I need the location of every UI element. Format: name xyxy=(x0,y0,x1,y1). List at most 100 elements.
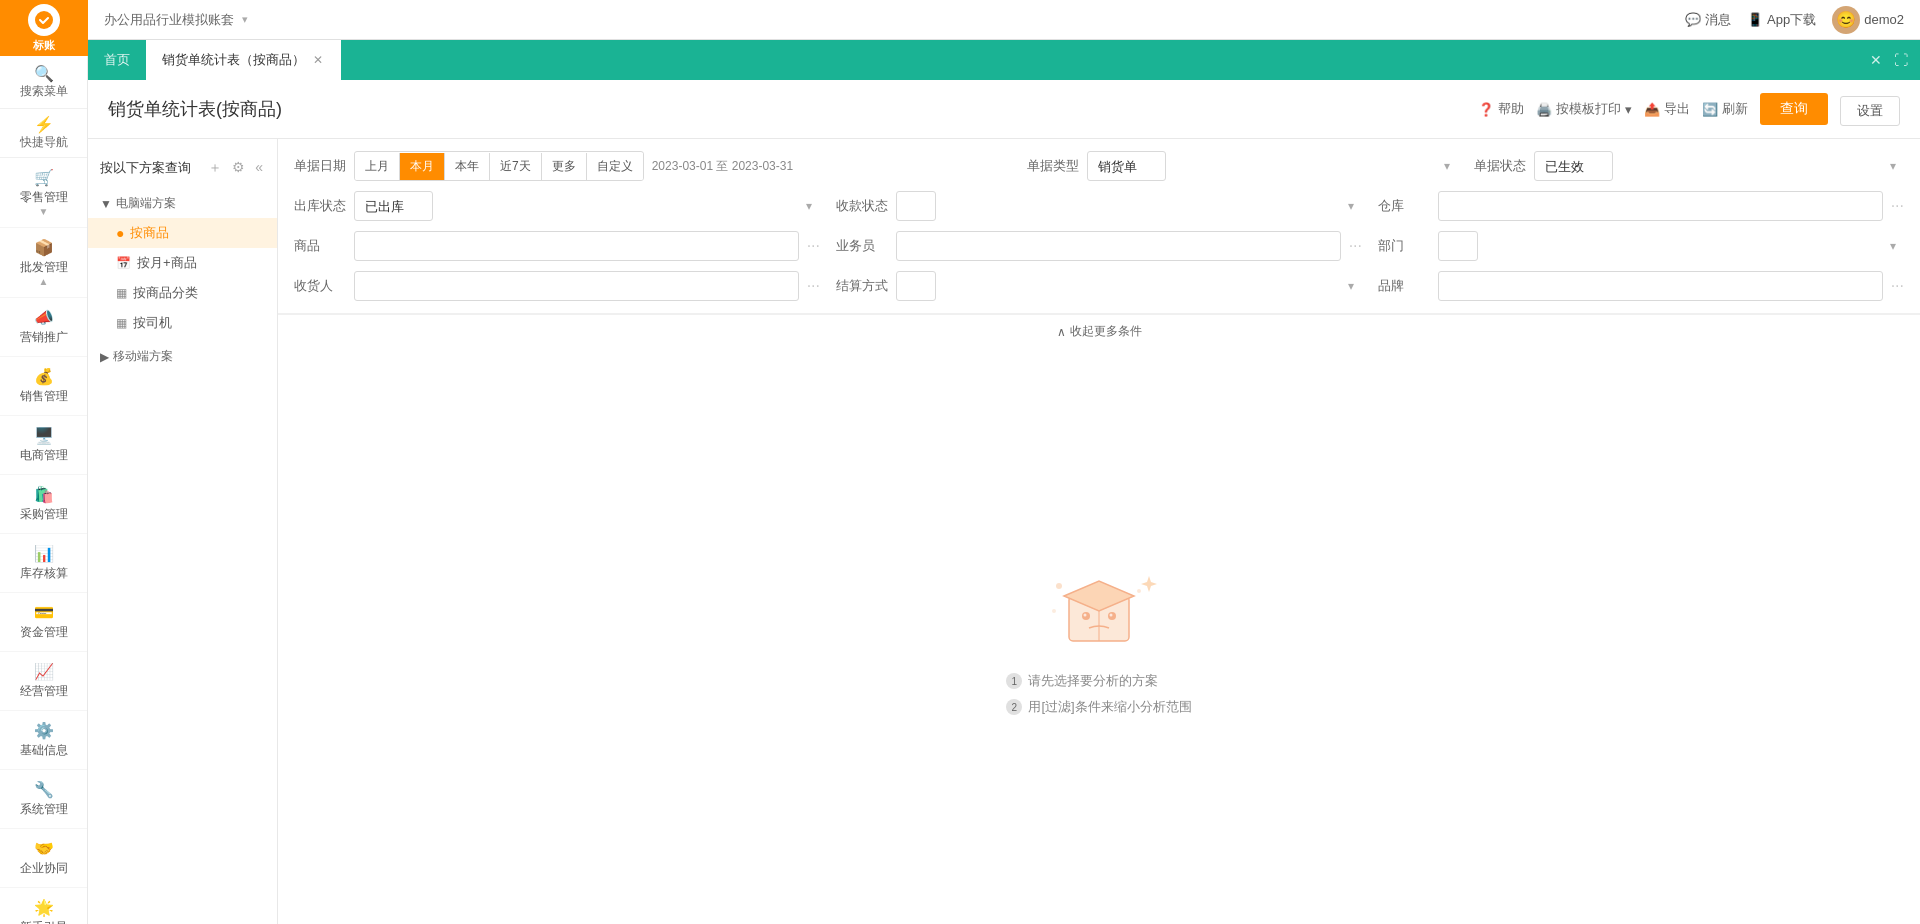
tab-close-icon[interactable]: ✕ xyxy=(311,51,325,69)
retail-label: 零售管理 xyxy=(20,189,68,206)
sidebar-item-retail[interactable]: 🛒 零售管理 ▼ xyxy=(0,158,87,228)
pc-section-title[interactable]: ▼ 电脑端方案 xyxy=(88,189,277,218)
operations-label: 经营管理 xyxy=(20,683,68,700)
add-scheme-icon[interactable]: ＋ xyxy=(206,157,224,179)
scheme-item-driver[interactable]: ▦ 按司机 xyxy=(88,308,277,338)
sidebar-item-guide[interactable]: 🌟 新手引导 xyxy=(0,888,87,924)
marketing-icon: 📣 xyxy=(34,308,54,327)
settlement-select[interactable] xyxy=(896,271,936,301)
retail-icon: 🛒 xyxy=(34,168,54,187)
right-panel: 单据日期 上月 本月 本年 近7天 更多 自定义 xyxy=(278,139,1920,924)
user-avatar: 😊 xyxy=(1832,6,1860,34)
sidebar-item-finance[interactable]: 💳 资金管理 xyxy=(0,593,87,652)
scheme-item-by-goods[interactable]: ● 按商品 xyxy=(88,218,277,248)
payment-status-label: 收款状态 xyxy=(836,197,896,215)
staff-more-icon[interactable]: ··· xyxy=(1349,237,1362,255)
payment-status-wrapper xyxy=(896,191,1362,221)
scheme-item-month-goods[interactable]: 📅 按月+商品 xyxy=(88,248,277,278)
sidebar-item-basic[interactable]: ⚙️ 基础信息 xyxy=(0,711,87,770)
app-download-button[interactable]: 📱 App下载 xyxy=(1747,11,1816,29)
empty-tip-2: 2 用[过滤]条件来缩小分析范围 xyxy=(1006,698,1191,716)
help-button[interactable]: ❓ 帮助 xyxy=(1478,100,1524,118)
sidebar-item-system[interactable]: 🔧 系统管理 xyxy=(0,770,87,829)
warehouse-status-select[interactable]: 已出库 xyxy=(354,191,433,221)
user-profile[interactable]: 😊 demo2 xyxy=(1832,6,1904,34)
settings-scheme-icon[interactable]: ⚙ xyxy=(230,157,247,179)
settings-button[interactable]: 设置 xyxy=(1840,96,1900,126)
template-print-button[interactable]: 🖨️ 按模板打印 ▾ xyxy=(1536,100,1632,118)
date-tab-last-month[interactable]: 上月 xyxy=(355,153,400,180)
sidebar-item-inventory[interactable]: 📊 库存核算 xyxy=(0,534,87,593)
refresh-icon: 🔄 xyxy=(1702,102,1718,117)
pc-section: ▼ 电脑端方案 ● 按商品 📅 按月+商品 ▦ 按商品分类 xyxy=(88,189,277,338)
close-window-icon[interactable]: ✕ xyxy=(1866,48,1886,72)
date-tab-this-year[interactable]: 本年 xyxy=(445,153,490,180)
goods-input[interactable] xyxy=(354,231,799,261)
brand-more-icon[interactable]: ··· xyxy=(1891,277,1904,295)
sidebar-item-ecommerce[interactable]: 🖥️ 电商管理 xyxy=(0,416,87,475)
tab-home-label: 首页 xyxy=(104,51,130,69)
doc-status-select[interactable]: 已生效 xyxy=(1534,151,1613,181)
tab-sales-stats[interactable]: 销货单统计表（按商品） ✕ xyxy=(146,40,341,80)
sidebar-item-enterprise[interactable]: 🤝 企业协同 xyxy=(0,829,87,888)
sidebar: 标账 🔍 搜索菜单 ⚡ 快捷导航 🛒 零售管理 ▼ 📦 批发管理 ▲ 📣 营销推… xyxy=(0,0,88,924)
scheme-item-goods-category[interactable]: ▦ 按商品分类 xyxy=(88,278,277,308)
inventory-icon: 📊 xyxy=(34,544,54,563)
date-tab-more[interactable]: 更多 xyxy=(542,153,587,180)
dept-label: 部门 xyxy=(1378,237,1438,255)
doc-status-select-wrapper: 已生效 xyxy=(1534,151,1904,181)
doc-type-select[interactable]: 销货单 xyxy=(1087,151,1166,181)
refresh-button[interactable]: 🔄 刷新 xyxy=(1702,100,1748,118)
empty-state: 1 请先选择要分析的方案 2 用[过滤]条件来缩小分析范围 xyxy=(278,348,1920,924)
ecommerce-label: 电商管理 xyxy=(20,447,68,464)
date-tab-7days[interactable]: 近7天 xyxy=(490,153,542,180)
date-tab-custom[interactable]: 自定义 xyxy=(587,153,643,180)
filter-section: 单据日期 上月 本月 本年 近7天 更多 自定义 xyxy=(278,139,1920,348)
payment-status-select[interactable] xyxy=(896,191,936,221)
doc-type-filter-item: 单据类型 销货单 xyxy=(1027,151,1457,181)
wholesale-icon: 📦 xyxy=(34,238,54,257)
warehouse-status-filter: 出库状态 已出库 xyxy=(294,191,820,221)
message-button[interactable]: 💬 消息 xyxy=(1685,11,1731,29)
staff-label: 业务员 xyxy=(836,237,896,255)
receiver-label: 收货人 xyxy=(294,277,354,295)
goods-more-icon[interactable]: ··· xyxy=(807,237,820,255)
dept-select[interactable] xyxy=(1438,231,1478,261)
warehouse-status-wrapper: 已出库 xyxy=(354,191,820,221)
maximize-icon[interactable]: ⛶ xyxy=(1890,48,1912,72)
brand-input[interactable] xyxy=(1438,271,1883,301)
sidebar-search[interactable]: 🔍 搜索菜单 xyxy=(0,56,87,109)
sidebar-item-marketing[interactable]: 📣 营销推广 xyxy=(0,298,87,357)
mobile-section-title[interactable]: ▶ 移动端方案 xyxy=(88,342,277,371)
filter-row-4: 收货人 ··· 结算方式 xyxy=(294,271,1904,301)
warehouse-label: 仓库 xyxy=(1378,197,1438,215)
sidebar-quick-nav[interactable]: ⚡ 快捷导航 xyxy=(0,109,87,158)
sidebar-item-sales[interactable]: 💰 销售管理 xyxy=(0,357,87,416)
doc-status-filter-item: 单据状态 已生效 xyxy=(1474,151,1904,181)
collapse-icon: ∧ xyxy=(1057,325,1066,339)
breadcrumb-arrow-icon: ▾ xyxy=(242,13,248,26)
query-button[interactable]: 查询 xyxy=(1760,93,1828,125)
sidebar-item-operations[interactable]: 📈 经营管理 xyxy=(0,652,87,711)
brand-label: 品牌 xyxy=(1378,277,1438,295)
staff-input[interactable] xyxy=(896,231,1341,261)
page-title: 销货单统计表(按商品) xyxy=(108,97,282,121)
sidebar-item-wholesale[interactable]: 📦 批发管理 ▲ xyxy=(0,228,87,298)
warehouse-input[interactable] xyxy=(1438,191,1883,221)
warehouse-more-icon[interactable]: ··· xyxy=(1891,197,1904,215)
svg-point-5 xyxy=(1084,614,1087,617)
svg-point-8 xyxy=(1137,589,1141,593)
sidebar-item-purchase[interactable]: 🛍️ 采购管理 xyxy=(0,475,87,534)
logo-icon xyxy=(28,4,60,36)
tab-home[interactable]: 首页 xyxy=(88,40,146,80)
receiver-more-icon[interactable]: ··· xyxy=(807,277,820,295)
receiver-input[interactable] xyxy=(354,271,799,301)
finance-label: 资金管理 xyxy=(20,624,68,641)
collapse-conditions-button[interactable]: ∧ 收起更多条件 xyxy=(278,314,1920,348)
export-button[interactable]: 📤 导出 xyxy=(1644,100,1690,118)
date-tab-this-month[interactable]: 本月 xyxy=(400,153,445,180)
date-label: 单据日期 xyxy=(294,157,354,175)
inventory-label: 库存核算 xyxy=(20,565,68,582)
collapse-panel-icon[interactable]: « xyxy=(253,157,265,179)
driver-icon: ▦ xyxy=(116,316,127,330)
